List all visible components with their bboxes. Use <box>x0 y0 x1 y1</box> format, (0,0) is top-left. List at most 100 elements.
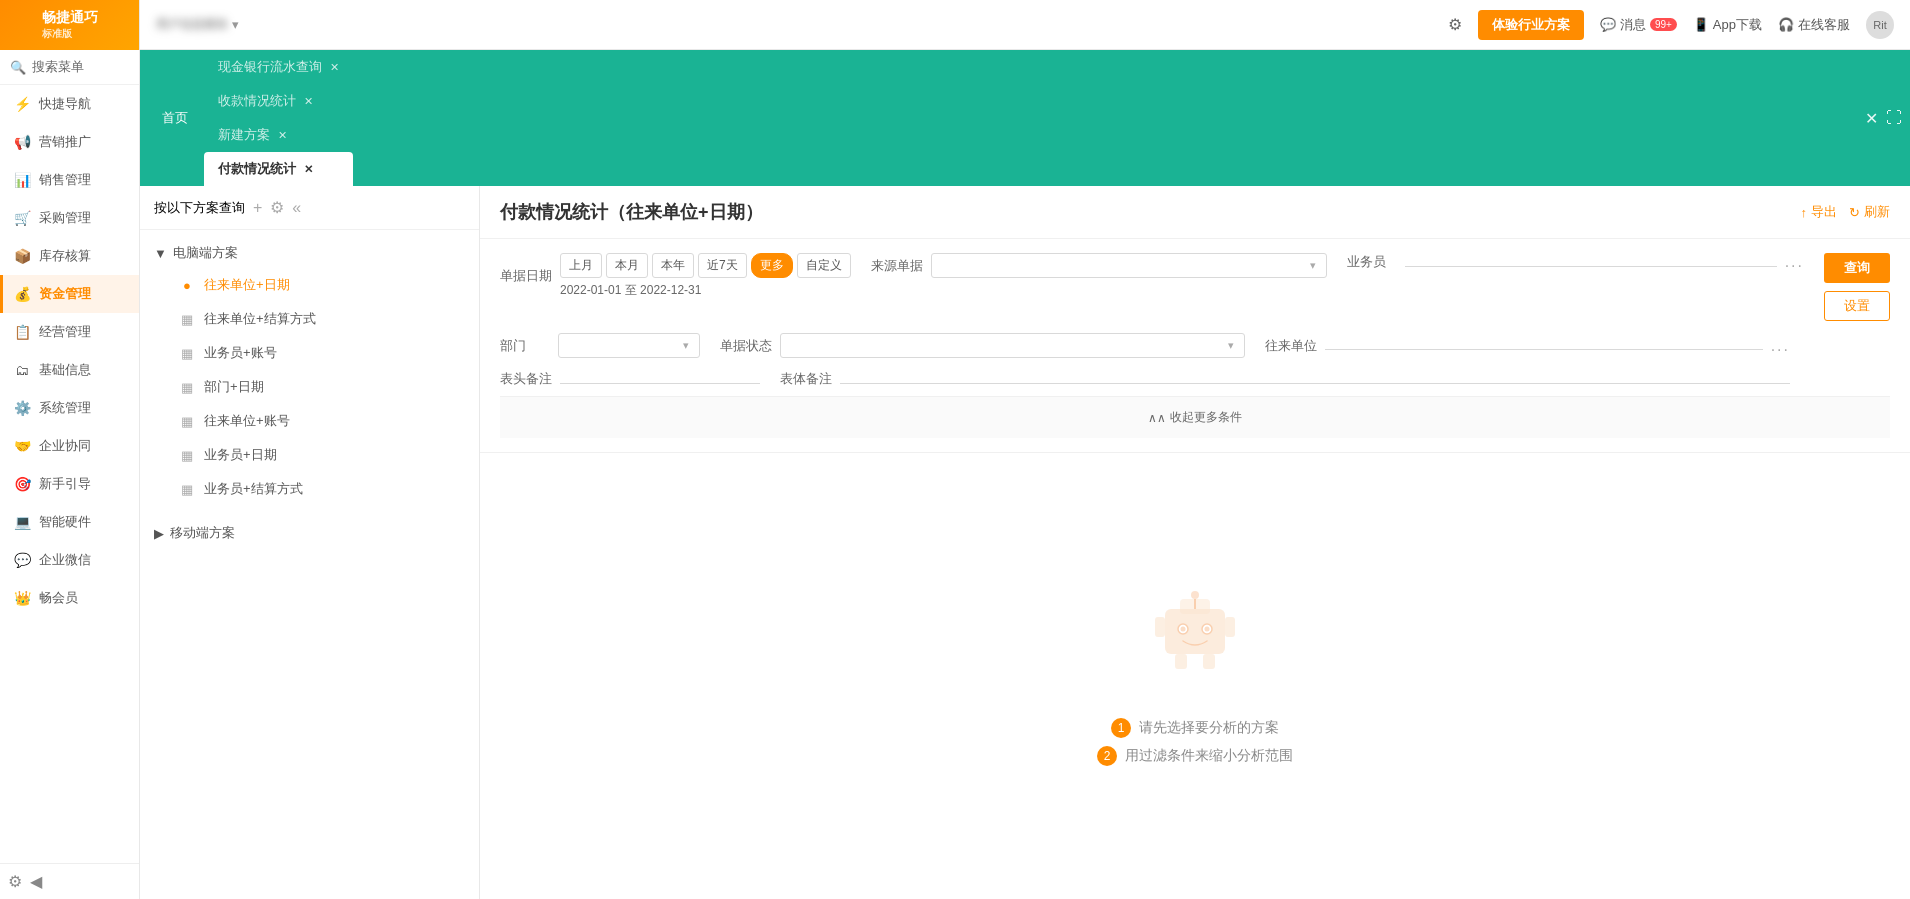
sidebar-item-label-hardware: 智能硬件 <box>39 513 91 531</box>
main: 用户信息模块 ▾ ⚙ 体验行业方案 💬 消息 99+ 📱 App下载 🎧 在线客… <box>140 0 1910 899</box>
date-btn-last-month[interactable]: 上月 <box>560 253 602 278</box>
tab-3[interactable]: 付款情况统计 ✕ <box>204 152 353 186</box>
app-icon: 📱 <box>1693 17 1709 32</box>
message-btn[interactable]: 💬 消息 99+ <box>1600 16 1677 34</box>
sidebar-item-label-purchase: 采购管理 <box>39 209 91 227</box>
query-btn[interactable]: 查询 <box>1824 253 1890 283</box>
message-badge: 99+ <box>1650 18 1677 31</box>
tabs-bar: 首页 现金银行流水查询 ✕ 收款情况统计 ✕ 新建方案 ✕ 付款情况统计 ✕ ✕… <box>140 50 1910 186</box>
add-scheme-btn[interactable]: + <box>253 199 262 217</box>
empty-tip-1: 1 请先选择要分析的方案 <box>1111 718 1279 738</box>
sidebar-item-icon-system: ⚙️ <box>13 399 31 417</box>
sidebar-item-icon-marketing: 📢 <box>13 133 31 151</box>
sidebar-item-wechat[interactable]: 💬 企业微信 <box>0 541 139 579</box>
desktop-section-title[interactable]: ▼ 电脑端方案 <box>154 238 465 268</box>
sidebar-item-funds[interactable]: 💰 资金管理 <box>0 275 139 313</box>
sidebar-search[interactable]: 🔍 搜索菜单 <box>0 50 139 85</box>
dept-select[interactable]: ▾ <box>558 333 700 358</box>
tab-0[interactable]: 现金银行流水查询 ✕ <box>204 50 353 84</box>
sidebar-item-member[interactable]: 👑 畅会员 <box>0 579 139 617</box>
empty-tip-2-text: 用过滤条件来缩小分析范围 <box>1125 747 1293 765</box>
sidebar-item-label-marketing: 营销推广 <box>39 133 91 151</box>
date-btn-7days[interactable]: 近7天 <box>698 253 747 278</box>
sidebar-item-inventory[interactable]: 📦 库存核算 <box>0 237 139 275</box>
scheme-label-1: 往来单位+结算方式 <box>204 310 316 328</box>
sidebar-item-label-inventory: 库存核算 <box>39 247 91 265</box>
sidebar-item-sales[interactable]: 📊 销售管理 <box>0 161 139 199</box>
export-btn[interactable]: ↑ 导出 <box>1801 203 1838 221</box>
date-btn-this-year[interactable]: 本年 <box>652 253 694 278</box>
tab-close-2[interactable]: ✕ <box>278 129 287 142</box>
partner-label: 往来单位 <box>1265 337 1317 355</box>
top-header: 用户信息模块 ▾ ⚙ 体验行业方案 💬 消息 99+ 📱 App下载 🎧 在线客… <box>140 0 1910 50</box>
page-actions: ↑ 导出 ↻ 刷新 <box>1801 203 1891 221</box>
scheme-item-0[interactable]: ● 往来单位+日期 <box>154 268 465 302</box>
scheme-item-3[interactable]: ▦ 部门+日期 <box>154 370 465 404</box>
empty-icon <box>1145 579 1245 698</box>
mobile-section-title[interactable]: ▶ 移动端方案 <box>154 518 465 548</box>
tab-2[interactable]: 新建方案 ✕ <box>204 118 353 152</box>
tab-close-all[interactable]: ✕ <box>1865 109 1878 128</box>
sidebar-item-basic[interactable]: 🗂 基础信息 <box>0 351 139 389</box>
industry-btn[interactable]: 体验行业方案 <box>1478 10 1584 40</box>
dept-label: 部门 <box>500 337 550 355</box>
tab-close-1[interactable]: ✕ <box>304 95 313 108</box>
sidebar-item-quick-nav[interactable]: ⚡ 快捷导航 <box>0 85 139 123</box>
sidebar-item-system[interactable]: ⚙️ 系统管理 <box>0 389 139 427</box>
search-icon: 🔍 <box>10 60 26 75</box>
scheme-item-4[interactable]: ▦ 往来单位+账号 <box>154 404 465 438</box>
panel-collapse-btn[interactable]: « <box>292 199 301 217</box>
settings-btn[interactable]: 设置 <box>1824 291 1890 321</box>
content: 按以下方案查询 + ⚙ « ▼ 电脑端方案 ● 往来单位+日期 ▦ 往来单位+结… <box>140 186 1910 899</box>
sidebar-item-icon-purchase: 🛒 <box>13 209 31 227</box>
sidebar-settings-btn[interactable]: ⚙ <box>8 872 22 891</box>
date-btn-more[interactable]: 更多 <box>751 253 793 278</box>
tab-close-0[interactable]: ✕ <box>330 61 339 74</box>
sidebar-item-icon-inventory: 📦 <box>13 247 31 265</box>
scheme-settings-btn[interactable]: ⚙ <box>270 198 284 217</box>
note-header-input[interactable] <box>560 375 760 384</box>
note-body-input[interactable] <box>840 375 1790 384</box>
app-download-btn[interactable]: 📱 App下载 <box>1693 16 1762 34</box>
scheme-icon-1: ▦ <box>178 312 196 327</box>
date-btn-this-month[interactable]: 本月 <box>606 253 648 278</box>
left-panel: 按以下方案查询 + ⚙ « ▼ 电脑端方案 ● 往来单位+日期 ▦ 往来单位+结… <box>140 186 480 899</box>
collapse-btn[interactable]: ∧∧ 收起更多条件 <box>1148 403 1242 432</box>
refresh-btn[interactable]: ↻ 刷新 <box>1849 203 1890 221</box>
scheme-item-2[interactable]: ▦ 业务员+账号 <box>154 336 465 370</box>
sidebar-item-hardware[interactable]: 💻 智能硬件 <box>0 503 139 541</box>
sidebar-collapse-btn[interactable]: ◀ <box>30 872 42 891</box>
sidebar-item-enterprise[interactable]: 🤝 企业协同 <box>0 427 139 465</box>
sidebar-item-label-sales: 销售管理 <box>39 171 91 189</box>
source-select[interactable]: ▾ <box>931 253 1328 278</box>
date-label: 单据日期 <box>500 267 552 285</box>
panel-header-icons: + ⚙ « <box>253 198 301 217</box>
tab-expand[interactable]: ⛶ <box>1886 109 1902 127</box>
scheme-item-1[interactable]: ▦ 往来单位+结算方式 <box>154 302 465 336</box>
sidebar-item-operations[interactable]: 📋 经营管理 <box>0 313 139 351</box>
refresh-icon: ↻ <box>1849 205 1860 220</box>
tab-close-3[interactable]: ✕ <box>304 163 313 176</box>
desktop-schemes: ▼ 电脑端方案 ● 往来单位+日期 ▦ 往来单位+结算方式 ▦ 业务员+账号 ▦… <box>140 230 479 514</box>
doc-status-select[interactable]: ▾ <box>780 333 1245 358</box>
header-actions: ⚙ 体验行业方案 💬 消息 99+ 📱 App下载 🎧 在线客服 Rit <box>1448 10 1894 40</box>
sidebar: 畅捷通巧 标准版 🔍 搜索菜单 ⚡ 快捷导航 📢 营销推广 📊 销售管理 🛒 采… <box>0 0 140 899</box>
sidebar-item-guide[interactable]: 🎯 新手引导 <box>0 465 139 503</box>
date-btn-custom[interactable]: 自定义 <box>797 253 851 278</box>
tab-home[interactable]: 首页 <box>148 101 202 135</box>
salesperson-dots[interactable]: ... <box>1785 253 1804 271</box>
scheme-item-5[interactable]: ▦ 业务员+日期 <box>154 438 465 472</box>
header-settings-icon[interactable]: ⚙ <box>1448 15 1462 34</box>
online-service-btn[interactable]: 🎧 在线客服 <box>1778 16 1850 34</box>
empty-tip-2: 2 用过滤条件来缩小分析范围 <box>1097 746 1293 766</box>
tab-1[interactable]: 收款情况统计 ✕ <box>204 84 353 118</box>
salesperson-label: 业务员 <box>1347 253 1397 271</box>
partner-dots[interactable]: ... <box>1771 337 1790 355</box>
scheme-icon-0: ● <box>178 278 196 293</box>
sidebar-item-purchase[interactable]: 🛒 采购管理 <box>0 199 139 237</box>
scheme-item-6[interactable]: ▦ 业务员+结算方式 <box>154 472 465 506</box>
sidebar-item-marketing[interactable]: 📢 营销推广 <box>0 123 139 161</box>
user-avatar[interactable]: Rit <box>1866 11 1894 39</box>
date-buttons: 上月 本月 本年 近7天 更多 自定义 <box>560 253 851 278</box>
svg-point-10 <box>1181 626 1186 631</box>
